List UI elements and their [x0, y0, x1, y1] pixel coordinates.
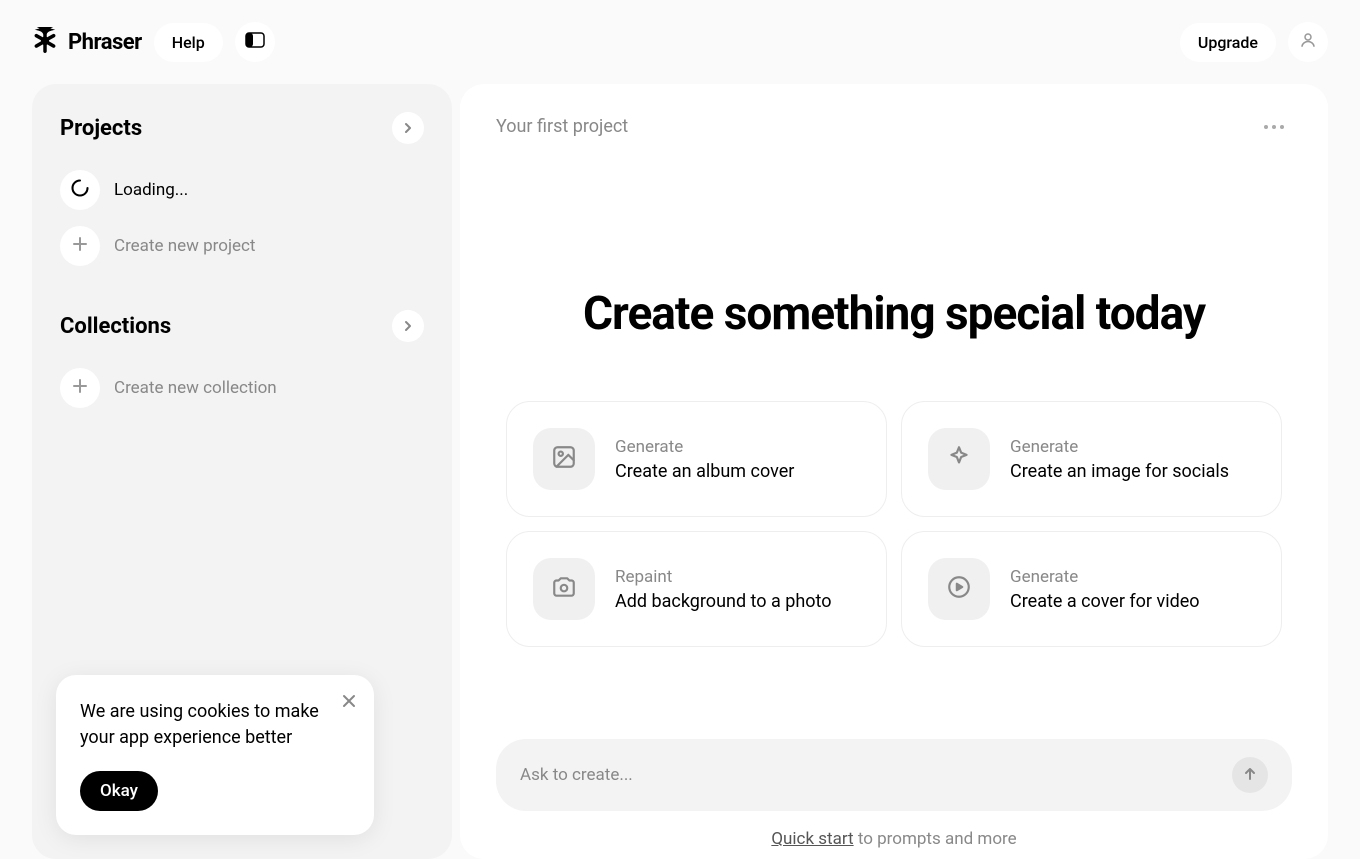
collections-expand-button[interactable]	[392, 310, 424, 342]
chevron-right-icon	[404, 317, 412, 336]
cookie-close-button[interactable]	[342, 693, 356, 712]
quick-start-link[interactable]: Quick start	[771, 829, 853, 849]
play-circle-icon	[946, 574, 972, 604]
hero: Create something special today	[496, 287, 1292, 341]
arrow-up-icon	[1243, 766, 1257, 785]
brand-logo[interactable]: Phraser	[32, 27, 142, 57]
create-project-label: Create new project	[114, 236, 256, 256]
panel-icon	[245, 32, 265, 52]
sidebar: Projects Loading...	[32, 84, 452, 859]
prompt-input[interactable]: Ask to create...	[496, 739, 1292, 811]
projects-expand-button[interactable]	[392, 112, 424, 144]
upgrade-button[interactable]: Upgrade	[1180, 23, 1276, 62]
brand-name: Phraser	[68, 30, 142, 55]
quick-start-hint: Quick start to prompts and more	[496, 829, 1292, 849]
image-icon	[551, 444, 577, 474]
card-title: Create an album cover	[615, 461, 794, 482]
help-button[interactable]: Help	[154, 23, 223, 62]
project-name: Your first project	[496, 116, 628, 137]
cookie-text: We are using cookies to make your app ex…	[80, 699, 350, 751]
collections-title: Collections	[60, 314, 171, 339]
close-icon	[342, 693, 356, 712]
create-collection-button[interactable]: Create new collection	[60, 360, 424, 416]
send-button[interactable]	[1232, 757, 1268, 793]
card-title: Add background to a photo	[615, 591, 832, 612]
cookie-banner: We are using cookies to make your app ex…	[56, 675, 374, 835]
cookie-accept-button[interactable]: Okay	[80, 771, 158, 811]
card-title: Create a cover for video	[1010, 591, 1200, 612]
asterisk-icon	[32, 27, 58, 57]
card-label: Generate	[1010, 437, 1229, 457]
more-horizontal-icon	[1264, 125, 1284, 129]
plus-icon	[72, 236, 88, 256]
camera-icon	[551, 574, 577, 604]
card-add-background[interactable]: Repaint Add background to a photo	[506, 531, 887, 647]
card-title: Create an image for socials	[1010, 461, 1229, 482]
spinner-icon	[70, 178, 90, 202]
prompt-placeholder: Ask to create...	[520, 765, 1232, 785]
quick-start-rest: to prompts and more	[854, 829, 1017, 849]
plus-icon	[72, 378, 88, 398]
collections-section-header: Collections	[60, 310, 424, 342]
sparkle-icon	[946, 444, 972, 474]
projects-section-header: Projects	[60, 112, 424, 144]
chevron-right-icon	[404, 119, 412, 138]
card-socials-image[interactable]: Generate Create an image for socials	[901, 401, 1282, 517]
create-project-button[interactable]: Create new project	[60, 218, 424, 274]
card-label: Generate	[1010, 567, 1200, 587]
create-collection-label: Create new collection	[114, 378, 277, 398]
project-loading-item: Loading...	[60, 162, 424, 218]
account-button[interactable]	[1288, 22, 1328, 62]
app-header: Phraser Help Upgrade	[0, 0, 1360, 84]
loading-label: Loading...	[114, 180, 188, 200]
card-album-cover[interactable]: Generate Create an album cover	[506, 401, 887, 517]
suggestion-cards: Generate Create an album cover Generate …	[496, 401, 1292, 647]
card-label: Generate	[615, 437, 794, 457]
main-header: Your first project	[496, 116, 1292, 137]
user-icon	[1299, 31, 1317, 53]
hero-title: Create something special today	[496, 287, 1292, 341]
more-options-button[interactable]	[1256, 117, 1292, 137]
card-video-cover[interactable]: Generate Create a cover for video	[901, 531, 1282, 647]
main-panel: Your first project Create something spec…	[460, 84, 1328, 859]
projects-title: Projects	[60, 116, 142, 141]
card-label: Repaint	[615, 567, 832, 587]
sidebar-toggle-button[interactable]	[235, 22, 275, 62]
